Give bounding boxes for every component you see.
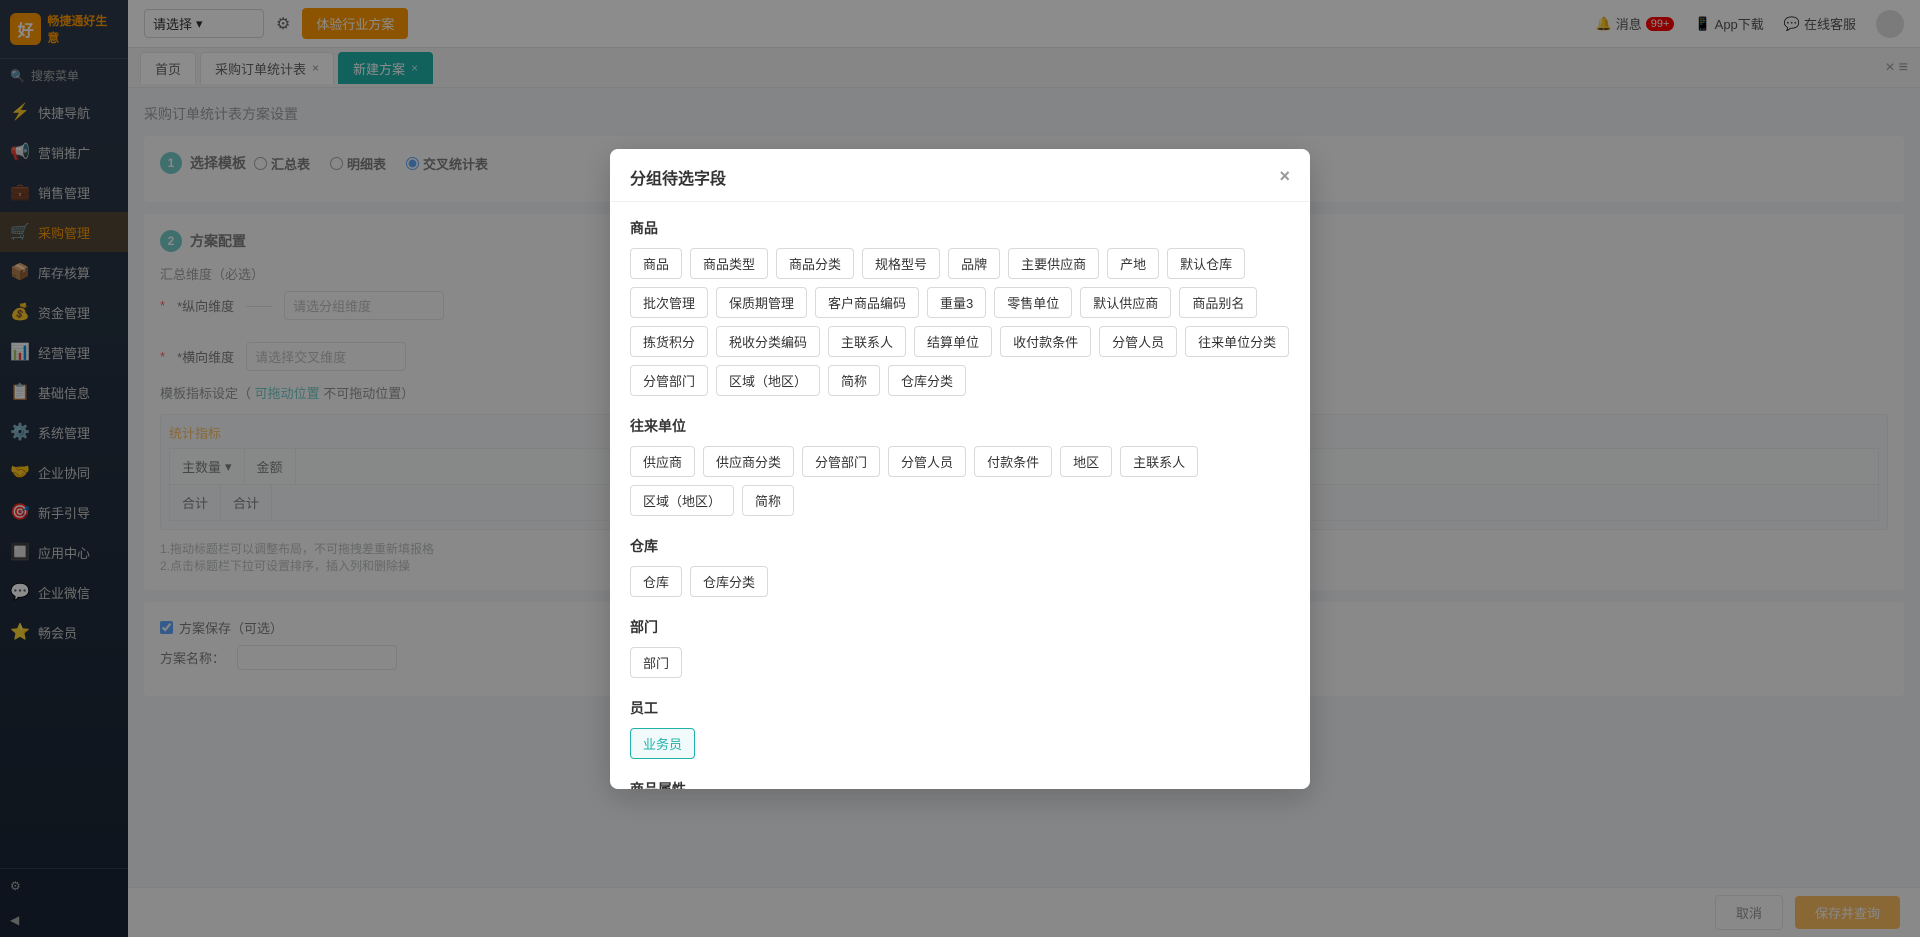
section-product-attr-title: 商品属性 (630, 779, 1290, 789)
modal-title: 分组待选字段 (630, 165, 726, 189)
field-settle-unit[interactable]: 结算单位 (914, 326, 992, 357)
section-staff-fields: 业务员 (630, 728, 1290, 759)
field-supervisor[interactable]: 分管人员 (1099, 326, 1177, 357)
field-weight3[interactable]: 重量3 (927, 287, 986, 318)
field-region-goods[interactable]: 区域（地区） (716, 365, 820, 396)
field-origin[interactable]: 产地 (1107, 248, 1159, 279)
field-pick-score[interactable]: 拣货积分 (630, 326, 708, 357)
field-goods[interactable]: 商品 (630, 248, 682, 279)
field-goods-type[interactable]: 商品类型 (690, 248, 768, 279)
section-dept: 部门 部门 (630, 617, 1290, 678)
section-warehouse: 仓库 仓库 仓库分类 (630, 536, 1290, 597)
section-goods-fields: 商品 商品类型 商品分类 规格型号 品牌 主要供应商 产地 默认仓库 批次管理 … (630, 248, 1290, 396)
field-supplier-cat[interactable]: 供应商分类 (703, 446, 794, 477)
field-short2[interactable]: 简称 (742, 485, 794, 516)
section-staff: 员工 业务员 (630, 698, 1290, 759)
field-main-contact[interactable]: 主联系人 (828, 326, 906, 357)
field-wh-category[interactable]: 仓库分类 (690, 566, 768, 597)
field-wh[interactable]: 仓库 (630, 566, 682, 597)
field-payment-cond[interactable]: 付款条件 (974, 446, 1052, 477)
field-brand[interactable]: 品牌 (948, 248, 1000, 279)
field-supplier[interactable]: 供应商 (630, 446, 695, 477)
section-warehouse-fields: 仓库 仓库分类 (630, 566, 1290, 597)
field-spec-type[interactable]: 规格型号 (862, 248, 940, 279)
field-manage-dept[interactable]: 分管部门 (630, 365, 708, 396)
field-main-supplier[interactable]: 主要供应商 (1008, 248, 1099, 279)
section-partner: 往来单位 供应商 供应商分类 分管部门 分管人员 付款条件 地区 主联系人 区域… (630, 416, 1290, 516)
section-partner-title: 往来单位 (630, 416, 1290, 436)
modal-overlay: 分组待选字段 × 商品 商品 商品类型 商品分类 规格型号 品牌 主要供应商 产… (0, 0, 1920, 937)
field-wh-cat[interactable]: 仓库分类 (888, 365, 966, 396)
field-batch-mgmt[interactable]: 批次管理 (630, 287, 708, 318)
section-warehouse-title: 仓库 (630, 536, 1290, 556)
modal-header: 分组待选字段 × (610, 149, 1310, 202)
field-contact[interactable]: 主联系人 (1120, 446, 1198, 477)
section-product-attr: 商品属性 属性 颜色 多规格 尺码 鞋码 1 (630, 779, 1290, 789)
section-dept-fields: 部门 (630, 647, 1290, 678)
field-shelf-life[interactable]: 保质期管理 (716, 287, 807, 318)
field-dept[interactable]: 分管部门 (802, 446, 880, 477)
modal-close-btn[interactable]: × (1279, 166, 1290, 187)
modal-body: 商品 商品 商品类型 商品分类 规格型号 品牌 主要供应商 产地 默认仓库 批次… (610, 202, 1310, 789)
field-default-warehouse[interactable]: 默认仓库 (1167, 248, 1245, 279)
field-salesperson[interactable]: 业务员 (630, 728, 695, 759)
field-default-supplier[interactable]: 默认供应商 (1080, 287, 1171, 318)
section-goods: 商品 商品 商品类型 商品分类 规格型号 品牌 主要供应商 产地 默认仓库 批次… (630, 218, 1290, 396)
field-goods-alias[interactable]: 商品别名 (1179, 287, 1257, 318)
section-dept-title: 部门 (630, 617, 1290, 637)
section-partner-fields: 供应商 供应商分类 分管部门 分管人员 付款条件 地区 主联系人 区域（地区） … (630, 446, 1290, 516)
field-payment-terms[interactable]: 收付款条件 (1000, 326, 1091, 357)
field-region2[interactable]: 区域（地区） (630, 485, 734, 516)
section-staff-title: 员工 (630, 698, 1290, 718)
field-tax-code[interactable]: 税收分类编码 (716, 326, 820, 357)
field-customer-code[interactable]: 客户商品编码 (815, 287, 919, 318)
field-from-unit-cat[interactable]: 往来单位分类 (1185, 326, 1289, 357)
field-goods-category[interactable]: 商品分类 (776, 248, 854, 279)
section-goods-title: 商品 (630, 218, 1290, 238)
field-department[interactable]: 部门 (630, 647, 682, 678)
field-retail-unit[interactable]: 零售单位 (994, 287, 1072, 318)
modal: 分组待选字段 × 商品 商品 商品类型 商品分类 规格型号 品牌 主要供应商 产… (610, 149, 1310, 789)
field-short-name[interactable]: 简称 (828, 365, 880, 396)
field-dept-person[interactable]: 分管人员 (888, 446, 966, 477)
field-region[interactable]: 地区 (1060, 446, 1112, 477)
